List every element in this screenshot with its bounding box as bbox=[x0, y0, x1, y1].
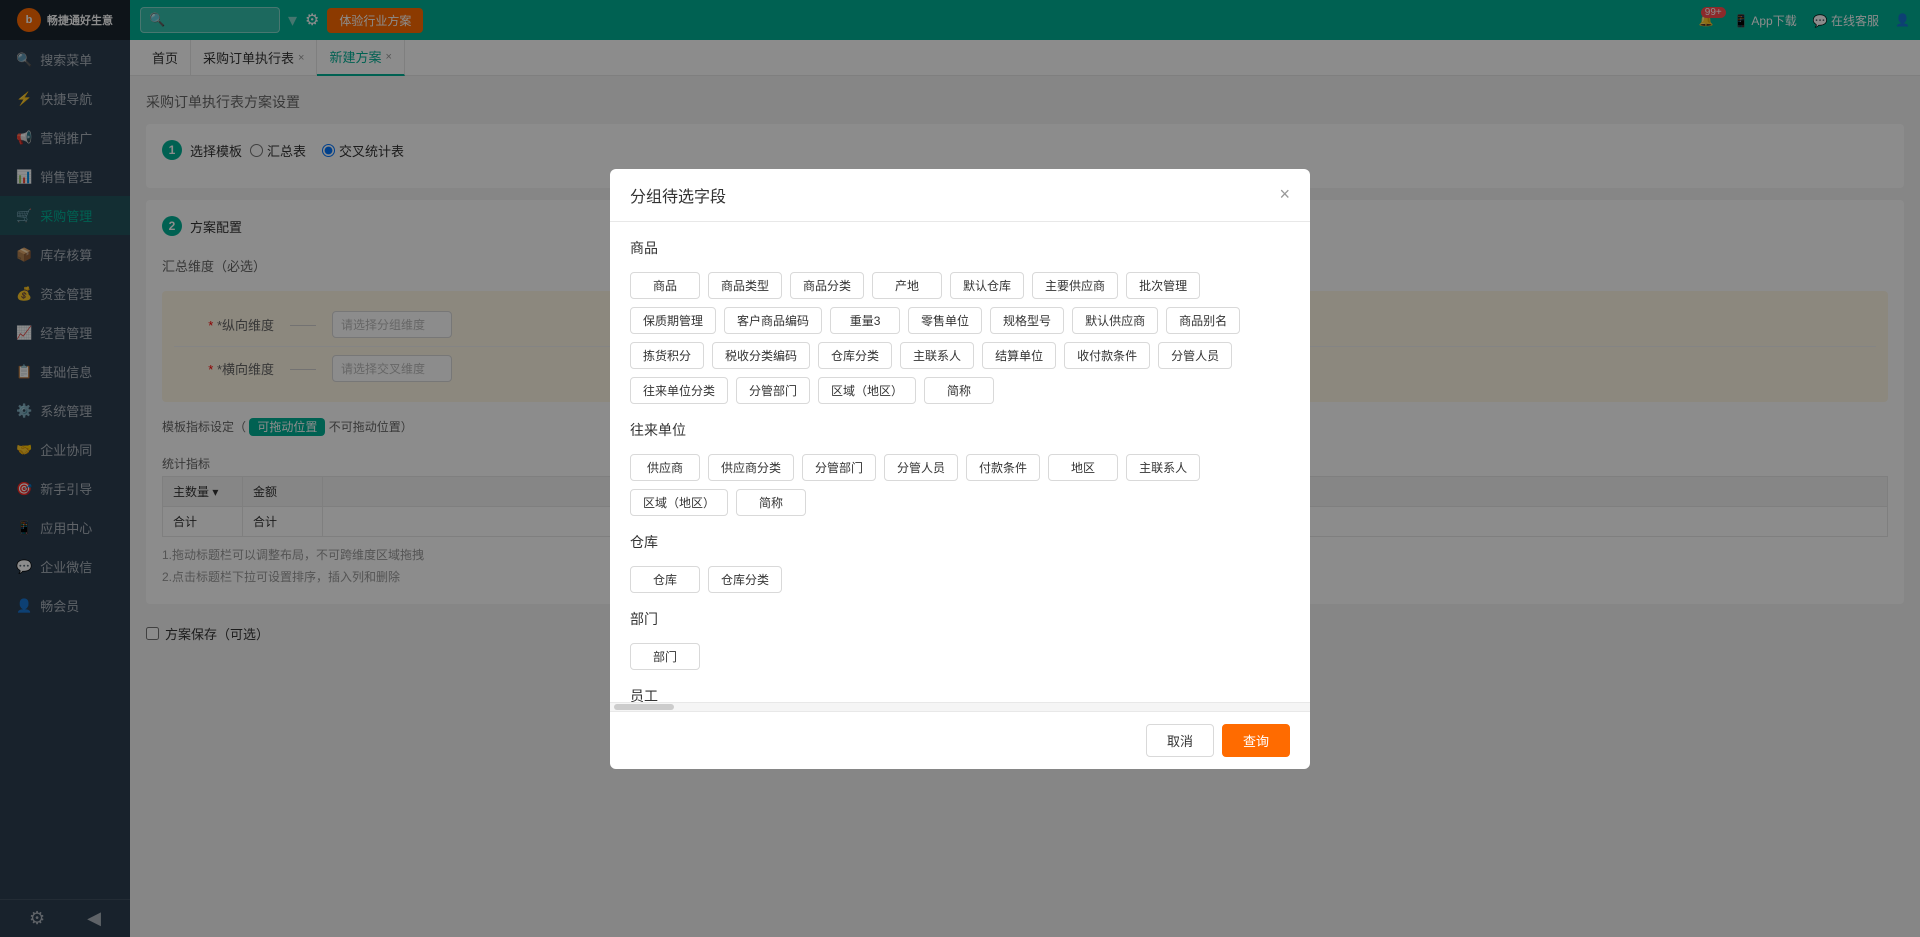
group-title-employee: 员工 bbox=[630, 686, 1290, 702]
field-item[interactable]: 付款条件 bbox=[966, 454, 1040, 481]
field-item[interactable]: 往来单位分类 bbox=[630, 377, 728, 404]
field-select-modal: 分组待选字段 × 商品 商品 商品类型 商品分类 产地 默认仓库 主要供应商 批… bbox=[610, 169, 1310, 769]
modal-footer: 取消 查询 bbox=[610, 711, 1310, 769]
group-title-warehouse: 仓库 bbox=[630, 532, 1290, 556]
counterpart-field-items: 供应商 供应商分类 分管部门 分管人员 付款条件 地区 主联系人 区域（地区） … bbox=[630, 454, 1290, 516]
modal-close-button[interactable]: × bbox=[1279, 184, 1290, 205]
field-group-product: 商品 商品 商品类型 商品分类 产地 默认仓库 主要供应商 批次管理 保质期管理… bbox=[630, 238, 1290, 404]
field-item[interactable]: 简称 bbox=[736, 489, 806, 516]
field-item[interactable]: 税收分类编码 bbox=[712, 342, 810, 369]
field-item[interactable]: 商品 bbox=[630, 272, 700, 299]
field-item[interactable]: 保质期管理 bbox=[630, 307, 716, 334]
field-item[interactable]: 默认仓库 bbox=[950, 272, 1024, 299]
field-item[interactable]: 结算单位 bbox=[982, 342, 1056, 369]
field-item[interactable]: 重量3 bbox=[830, 307, 900, 334]
field-group-department: 部门 部门 bbox=[630, 609, 1290, 670]
field-item[interactable]: 商品分类 bbox=[790, 272, 864, 299]
warehouse-field-items: 仓库 仓库分类 bbox=[630, 566, 1290, 593]
field-item[interactable]: 简称 bbox=[924, 377, 994, 404]
field-item[interactable]: 主联系人 bbox=[1126, 454, 1200, 481]
modal-cancel-button[interactable]: 取消 bbox=[1146, 724, 1214, 757]
field-item[interactable]: 规格型号 bbox=[990, 307, 1064, 334]
horizontal-scrollbar[interactable] bbox=[610, 702, 1310, 711]
field-item[interactable]: 拣货积分 bbox=[630, 342, 704, 369]
field-item[interactable]: 仓库 bbox=[630, 566, 700, 593]
field-item[interactable]: 商品别名 bbox=[1166, 307, 1240, 334]
field-item[interactable]: 产地 bbox=[872, 272, 942, 299]
field-item[interactable]: 主联系人 bbox=[900, 342, 974, 369]
field-item[interactable]: 商品类型 bbox=[708, 272, 782, 299]
modal-overlay: 分组待选字段 × 商品 商品 商品类型 商品分类 产地 默认仓库 主要供应商 批… bbox=[0, 0, 1920, 937]
field-item[interactable]: 分管部门 bbox=[736, 377, 810, 404]
field-item[interactable]: 仓库分类 bbox=[818, 342, 892, 369]
group-title-counterpart: 往来单位 bbox=[630, 420, 1290, 444]
field-item[interactable]: 零售单位 bbox=[908, 307, 982, 334]
field-group-employee: 员工 业务员 bbox=[630, 686, 1290, 702]
modal-header: 分组待选字段 × bbox=[610, 169, 1310, 222]
field-item[interactable]: 部门 bbox=[630, 643, 700, 670]
field-item[interactable]: 默认供应商 bbox=[1072, 307, 1158, 334]
field-item[interactable]: 分管部门 bbox=[802, 454, 876, 481]
field-item[interactable]: 区域（地区） bbox=[818, 377, 916, 404]
department-field-items: 部门 bbox=[630, 643, 1290, 670]
field-item[interactable]: 分管人员 bbox=[884, 454, 958, 481]
field-item[interactable]: 批次管理 bbox=[1126, 272, 1200, 299]
field-group-counterpart: 往来单位 供应商 供应商分类 分管部门 分管人员 付款条件 地区 主联系人 区域… bbox=[630, 420, 1290, 516]
field-item[interactable]: 客户商品编码 bbox=[724, 307, 822, 334]
field-item[interactable]: 地区 bbox=[1048, 454, 1118, 481]
modal-body: 商品 商品 商品类型 商品分类 产地 默认仓库 主要供应商 批次管理 保质期管理… bbox=[610, 222, 1310, 702]
field-item[interactable]: 区域（地区） bbox=[630, 489, 728, 516]
field-item[interactable]: 分管人员 bbox=[1158, 342, 1232, 369]
field-item[interactable]: 主要供应商 bbox=[1032, 272, 1118, 299]
product-field-items: 商品 商品类型 商品分类 产地 默认仓库 主要供应商 批次管理 保质期管理 客户… bbox=[630, 272, 1290, 404]
field-item[interactable]: 收付款条件 bbox=[1064, 342, 1150, 369]
scrollbar-thumb bbox=[614, 704, 674, 710]
group-title-product: 商品 bbox=[630, 238, 1290, 262]
close-icon: × bbox=[1279, 184, 1290, 205]
field-item[interactable]: 仓库分类 bbox=[708, 566, 782, 593]
modal-confirm-button[interactable]: 查询 bbox=[1222, 724, 1290, 757]
field-group-warehouse: 仓库 仓库 仓库分类 bbox=[630, 532, 1290, 593]
modal-title: 分组待选字段 bbox=[630, 183, 726, 207]
field-item[interactable]: 供应商分类 bbox=[708, 454, 794, 481]
group-title-department: 部门 bbox=[630, 609, 1290, 633]
field-item[interactable]: 供应商 bbox=[630, 454, 700, 481]
